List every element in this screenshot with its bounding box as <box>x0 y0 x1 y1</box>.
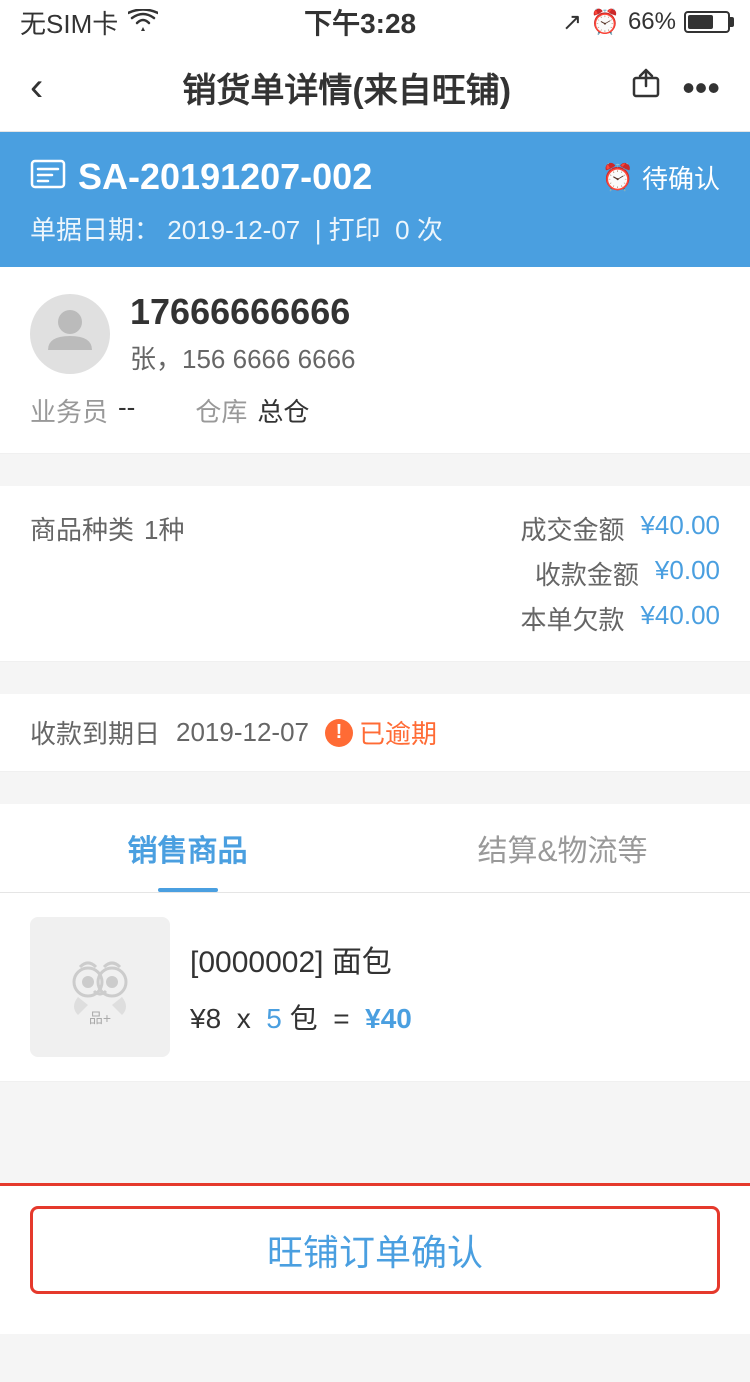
back-button[interactable]: ‹ <box>30 65 43 110</box>
product-total: ¥40 <box>365 1003 412 1034</box>
print-label: | 打印 <box>307 215 387 245</box>
order-status: ⏰ 待确认 <box>602 159 720 196</box>
product-item: 品+ [0000002] 面包 ¥8 x 5 包 = ¥40 <box>0 893 750 1082</box>
tab-sales-product[interactable]: 销售商品 <box>0 804 375 892</box>
nav-bar: ‹ 销货单详情(来自旺铺) ••• <box>0 44 750 132</box>
order-header: SA-20191207-002 ⏰ 待确认 单据日期： 2019-12-07 |… <box>0 132 750 267</box>
status-text: 待确认 <box>642 159 720 196</box>
price-value: ¥8 <box>190 1003 221 1034</box>
due-date-value: 2019-12-07 <box>176 717 309 748</box>
amount-area: 成交金额 ¥40.00 收款金额 ¥0.00 本单欠款 ¥40.00 <box>520 510 720 637</box>
product-kind-area: 商品种类 1种 <box>30 510 184 547</box>
print-unit: 次 <box>417 215 443 245</box>
tab-settlement[interactable]: 结算&物流等 <box>375 804 750 892</box>
customer-info: 17666666666 张，156 6666 6666 <box>130 291 720 376</box>
product-kind-label: 商品种类 <box>30 510 134 547</box>
product-unit: 包 <box>290 1003 318 1034</box>
due-date-label: 收款到期日 <box>30 714 160 751</box>
divider-1 <box>0 454 750 470</box>
order-id-text: SA-20191207-002 <box>78 156 372 198</box>
overdue-badge: ! 已逾期 <box>325 714 437 751</box>
battery-icon <box>684 11 730 33</box>
due-date-section: 收款到期日 2019-12-07 ! 已逾期 <box>0 694 750 772</box>
tab-sales-label: 销售商品 <box>128 826 248 870</box>
product-image: 品+ <box>30 917 170 1057</box>
share-button[interactable] <box>630 67 662 109</box>
battery-percentage: 66% <box>628 8 676 36</box>
customer-card: 17666666666 张，156 6666 6666 业务员 -- 仓库 总仓 <box>0 267 750 454</box>
receipt-amount-label: 收款金额 <box>535 555 639 592</box>
product-price: ¥8 x 5 包 = ¥40 <box>190 997 720 1037</box>
multiply-sign: x <box>229 1003 259 1034</box>
order-date-row: 单据日期： 2019-12-07 | 打印 0 次 <box>30 210 720 247</box>
debt-amount-value: ¥40.00 <box>640 600 720 637</box>
product-section: 品+ [0000002] 面包 ¥8 x 5 包 = ¥40 <box>0 893 750 1082</box>
avatar-icon <box>44 302 96 366</box>
warehouse-value: 总仓 <box>257 392 309 429</box>
product-code: [0000002] <box>190 946 323 979</box>
nav-title: 销货单详情(来自旺铺) <box>63 63 630 112</box>
confirm-order-button[interactable]: 旺铺订单确认 <box>30 1206 720 1294</box>
deal-amount-value: ¥40.00 <box>640 510 720 547</box>
customer-phone: 17666666666 <box>130 291 720 333</box>
carrier-label: 无SIM卡 <box>20 4 118 41</box>
tab-settlement-label: 结算&物流等 <box>477 826 647 870</box>
overdue-icon: ! <box>325 719 353 747</box>
salesperson-item: 业务员 -- <box>30 392 135 429</box>
summary-section: 商品种类 1种 成交金额 ¥40.00 收款金额 ¥0.00 本单欠款 ¥40.… <box>0 486 750 662</box>
print-count: 0 <box>395 215 409 245</box>
order-date: 2019-12-07 <box>167 215 300 245</box>
product-qty: 5 <box>266 1003 282 1034</box>
overdue-text: 已逾期 <box>359 714 437 751</box>
product-kind-value: 1种 <box>144 510 184 547</box>
tabs: 销售商品 结算&物流等 <box>0 804 750 893</box>
product-name: [0000002] 面包 <box>190 937 720 981</box>
equals-sign: = <box>325 1003 357 1034</box>
divider-3 <box>0 772 750 788</box>
location-icon: ↗ <box>562 8 582 37</box>
date-label: 单据日期： <box>30 215 160 245</box>
status-time: 下午3:28 <box>304 2 416 42</box>
customer-name: 张，156 6666 6666 <box>130 339 720 376</box>
divider-2 <box>0 662 750 678</box>
status-bar-right: ↗ ⏰ 66% <box>562 8 730 37</box>
warehouse-item: 仓库 总仓 <box>195 392 309 429</box>
status-bar-left: 无SIM卡 <box>20 4 158 41</box>
order-id-row: SA-20191207-002 <box>30 156 372 198</box>
customer-avatar <box>30 294 110 374</box>
product-name-text: 面包 <box>332 946 392 979</box>
nav-actions: ••• <box>630 67 720 109</box>
wifi-icon <box>128 7 158 38</box>
salesperson-value: -- <box>118 392 135 429</box>
more-button[interactable]: ••• <box>682 67 720 109</box>
status-bar: 无SIM卡 下午3:28 ↗ ⏰ 66% <box>0 0 750 44</box>
receipt-amount-row: 收款金额 ¥0.00 <box>535 555 720 592</box>
customer-meta: 业务员 -- 仓库 总仓 <box>30 392 720 429</box>
svg-text:品+: 品+ <box>89 1010 111 1026</box>
deal-amount-row: 成交金额 ¥40.00 <box>520 510 720 547</box>
receipt-amount-value: ¥0.00 <box>655 555 720 592</box>
debt-label: 本单欠款 <box>520 600 624 637</box>
deal-amount-label: 成交金额 <box>520 510 624 547</box>
tab-indicator <box>158 888 218 892</box>
warehouse-label: 仓库 <box>195 392 247 429</box>
status-clock-icon: ⏰ <box>602 162 634 193</box>
alarm-icon: ⏰ <box>590 8 620 37</box>
bottom-bar: 旺铺订单确认 <box>0 1183 750 1334</box>
debt-row: 本单欠款 ¥40.00 <box>520 600 720 637</box>
order-icon <box>30 156 66 198</box>
salesperson-label: 业务员 <box>30 392 108 429</box>
product-info: [0000002] 面包 ¥8 x 5 包 = ¥40 <box>190 917 720 1057</box>
